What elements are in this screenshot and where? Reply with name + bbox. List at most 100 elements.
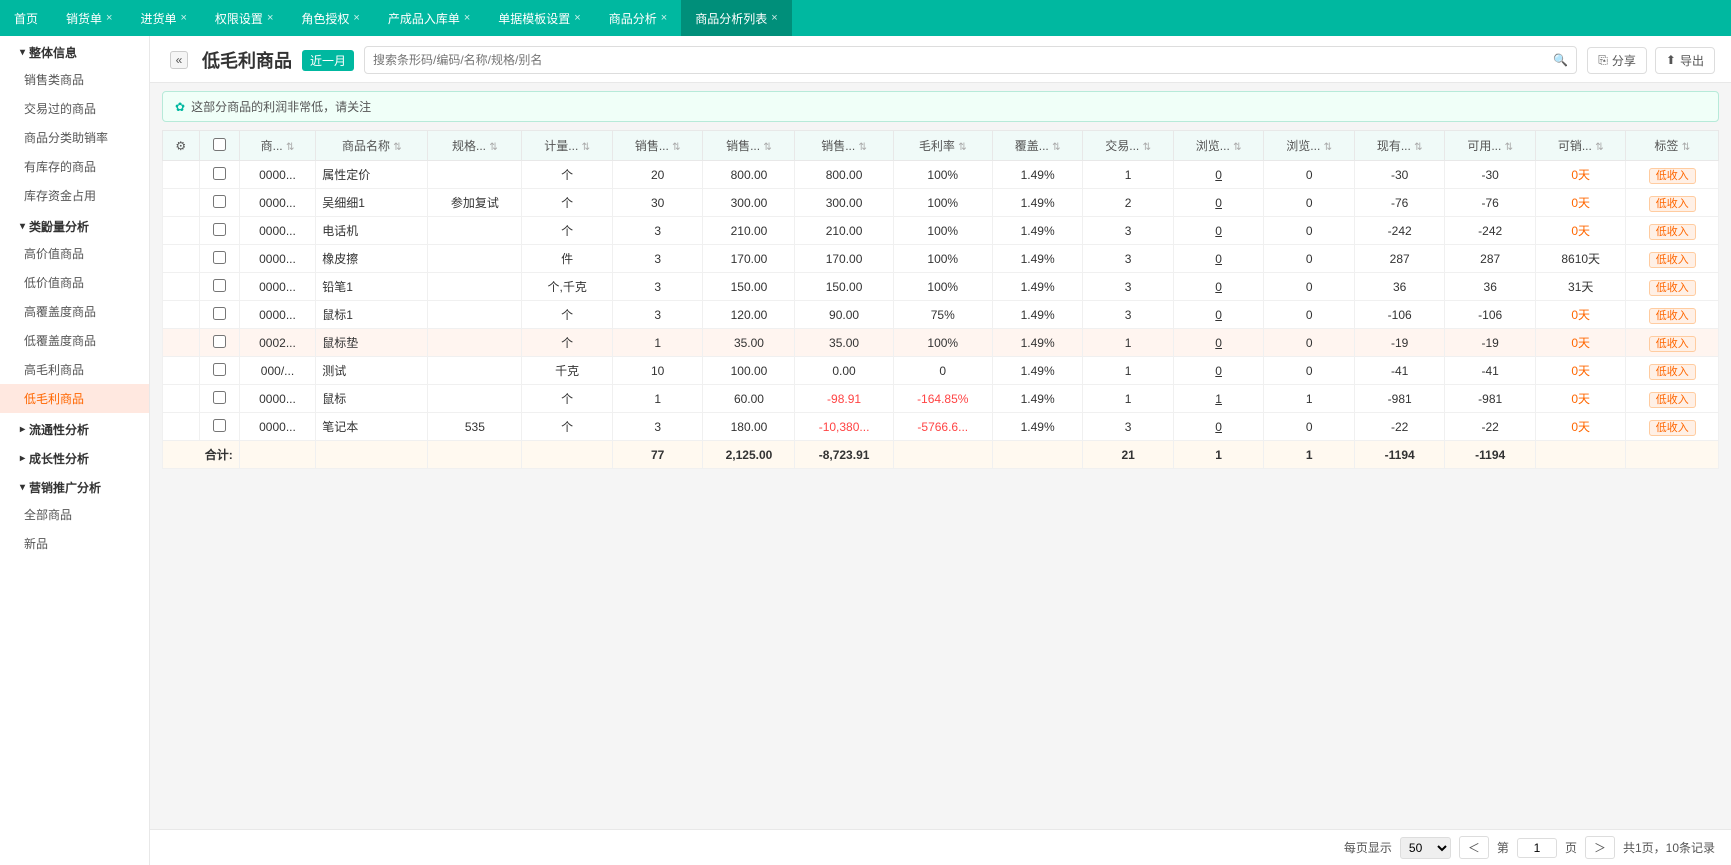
select-all-checkbox[interactable] — [213, 138, 226, 151]
sidebar-item-sales-products[interactable]: 销售类商品 — [0, 65, 149, 94]
export-button[interactable]: ⬆ 导出 — [1655, 47, 1715, 74]
sidebar-item-high-profit[interactable]: 高毛利商品 — [0, 355, 149, 384]
time-filter-tag[interactable]: 近一月 — [302, 50, 354, 71]
row-browse1[interactable]: 0 — [1173, 329, 1264, 357]
close-role-auth-icon[interactable]: × — [353, 12, 359, 24]
nav-home[interactable]: 首页 — [0, 0, 52, 36]
data-table: ⚙ 商... ⇅ 商品名称 ⇅ 规格... ⇅ 计量... ⇅ 销售... ⇅ … — [162, 130, 1719, 469]
sidebar-item-traded-products[interactable]: 交易过的商品 — [0, 94, 149, 123]
row-code: 0000... — [239, 385, 316, 413]
col-gross-margin[interactable]: 毛利率 ⇅ — [893, 131, 992, 161]
row-checkbox[interactable] — [199, 189, 239, 217]
close-sales-order-icon[interactable]: × — [106, 12, 112, 24]
col-coverage[interactable]: 覆盖... ⇅ — [992, 131, 1083, 161]
col-sales-qty[interactable]: 销售... ⇅ — [612, 131, 703, 161]
nav-product-analysis[interactable]: 商品分析 × — [595, 0, 681, 36]
col-code[interactable]: 商... ⇅ — [239, 131, 316, 161]
nav-product-entry[interactable]: 产成品入库单 × — [374, 0, 484, 36]
row-browse1[interactable]: 1 — [1173, 385, 1264, 413]
sidebar-section-overall[interactable]: ▾ 整体信息 — [0, 36, 149, 65]
row-browse1[interactable]: 0 — [1173, 357, 1264, 385]
page-number-input[interactable] — [1517, 838, 1557, 858]
col-available[interactable]: 可用... ⇅ — [1445, 131, 1536, 161]
sidebar-section-growth[interactable]: ▸ 成长性分析 — [0, 442, 149, 471]
row-browse1[interactable]: 0 — [1173, 189, 1264, 217]
row-sales-profit: 800.00 — [795, 161, 893, 189]
col-name[interactable]: 商品名称 ⇅ — [316, 131, 428, 161]
next-page-button[interactable]: ＞ — [1585, 836, 1615, 859]
close-purchase-order-icon[interactable]: × — [180, 12, 186, 24]
sidebar-item-stock-capital[interactable]: 库存资金占用 — [0, 181, 149, 210]
row-checkbox[interactable] — [199, 273, 239, 301]
row-checkbox[interactable] — [199, 413, 239, 441]
sidebar-item-low-value[interactable]: 低价值商品 — [0, 268, 149, 297]
col-trade[interactable]: 交易... ⇅ — [1083, 131, 1174, 161]
row-sales-qty: 1 — [612, 385, 703, 413]
share-button[interactable]: ⎘ 分享 — [1587, 47, 1647, 74]
nav-role-auth[interactable]: 角色授权 × — [287, 0, 373, 36]
nav-template-settings[interactable]: 单据模板设置 × — [484, 0, 594, 36]
row-spec — [428, 273, 522, 301]
collapse-sidebar-button[interactable]: « — [170, 51, 188, 69]
col-current[interactable]: 现有... ⇅ — [1354, 131, 1445, 161]
col-browse1[interactable]: 浏览... ⇅ — [1173, 131, 1264, 161]
table-row: 0000... 鼠标1 个 3 120.00 90.00 75% 1.49% 3… — [163, 301, 1719, 329]
total-sales-price: 2,125.00 — [703, 441, 795, 469]
row-browse1[interactable]: 0 — [1173, 245, 1264, 273]
sidebar-section-marketing-label: 营销推广分析 — [29, 479, 101, 496]
col-browse2[interactable]: 浏览... ⇅ — [1264, 131, 1355, 161]
col-spec[interactable]: 规格... ⇅ — [428, 131, 522, 161]
sidebar-item-high-coverage[interactable]: 高覆盖度商品 — [0, 297, 149, 326]
sidebar-item-all-products[interactable]: 全部商品 — [0, 500, 149, 529]
row-checkbox[interactable] — [199, 217, 239, 245]
row-browse1[interactable]: 0 — [1173, 301, 1264, 329]
row-checkbox[interactable] — [199, 245, 239, 273]
nav-permissions[interactable]: 权限设置 × — [201, 0, 287, 36]
col-checkbox[interactable] — [199, 131, 239, 161]
search-icon[interactable]: 🔍 — [1553, 53, 1568, 67]
row-trade: 3 — [1083, 413, 1174, 441]
nav-sales-order[interactable]: 销货单 × — [52, 0, 126, 36]
total-available: -1194 — [1445, 441, 1536, 469]
search-box[interactable]: 🔍 — [364, 46, 1577, 74]
sidebar-item-category-rate[interactable]: 商品分类助销率 — [0, 123, 149, 152]
col-sales-price[interactable]: 销售... ⇅ — [703, 131, 795, 161]
col-tag[interactable]: 标签 ⇅ — [1626, 131, 1719, 161]
row-checkbox[interactable] — [199, 301, 239, 329]
sidebar-section-marketing[interactable]: ▾ 营销推广分析 — [0, 471, 149, 500]
sidebar-item-high-value[interactable]: 高价值商品 — [0, 239, 149, 268]
sidebar-item-low-coverage[interactable]: 低覆盖度商品 — [0, 326, 149, 355]
col-saleable[interactable]: 可销... ⇅ — [1535, 131, 1626, 161]
col-unit[interactable]: 计量... ⇅ — [522, 131, 613, 161]
nav-product-analysis-list[interactable]: 商品分析列表 × — [681, 0, 791, 36]
close-product-analysis-icon[interactable]: × — [661, 12, 667, 24]
sidebar-item-stocked-products[interactable]: 有库存的商品 — [0, 152, 149, 181]
sidebar-section-circulation[interactable]: ▸ 流通性分析 — [0, 413, 149, 442]
sidebar-item-low-profit[interactable]: 低毛利商品 — [0, 384, 149, 413]
row-checkbox[interactable] — [199, 161, 239, 189]
prev-page-button[interactable]: ＜ — [1459, 836, 1489, 859]
row-browse1[interactable]: 0 — [1173, 273, 1264, 301]
col-settings[interactable]: ⚙ — [163, 131, 200, 161]
sidebar-section-volume[interactable]: ▾ 类鼢量分析 — [0, 210, 149, 239]
search-input[interactable] — [373, 53, 1549, 67]
col-sales-profit[interactable]: 销售... ⇅ — [795, 131, 893, 161]
per-page-select[interactable]: 50 100 200 — [1400, 837, 1451, 859]
row-checkbox[interactable] — [199, 385, 239, 413]
row-tag: 低收入 — [1626, 217, 1719, 245]
table-container[interactable]: ⚙ 商... ⇅ 商品名称 ⇅ 规格... ⇅ 计量... ⇅ 销售... ⇅ … — [150, 130, 1731, 829]
row-browse1[interactable]: 0 — [1173, 217, 1264, 245]
content-header: « 低毛利商品 近一月 🔍 ⎘ 分享 ⬆ 导出 — [150, 36, 1731, 83]
alert-icon: ✿ — [175, 100, 185, 114]
sidebar-item-new-products[interactable]: 新品 — [0, 529, 149, 558]
close-product-entry-icon[interactable]: × — [464, 12, 470, 24]
row-checkbox[interactable] — [199, 329, 239, 357]
nav-purchase-order[interactable]: 进货单 × — [126, 0, 200, 36]
row-sales-profit: -10,380... — [795, 413, 893, 441]
close-permissions-icon[interactable]: × — [267, 12, 273, 24]
close-product-analysis-list-icon[interactable]: × — [771, 12, 777, 24]
close-template-settings-icon[interactable]: × — [574, 12, 580, 24]
row-browse1[interactable]: 0 — [1173, 161, 1264, 189]
row-browse1[interactable]: 0 — [1173, 413, 1264, 441]
row-checkbox[interactable] — [199, 357, 239, 385]
